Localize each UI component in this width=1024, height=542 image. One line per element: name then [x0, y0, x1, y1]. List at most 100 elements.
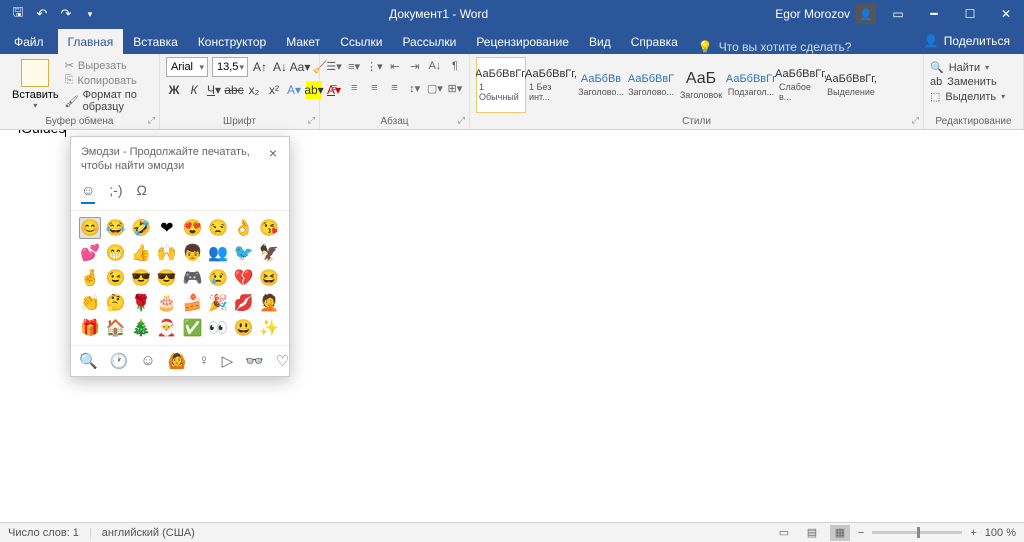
emoji-cell[interactable]: 😎 [156, 267, 178, 289]
save-icon[interactable]: 🖫 [6, 2, 30, 26]
emoji-tab-kaomoji[interactable]: ;-) [109, 182, 122, 204]
replace-button[interactable]: abЗаменить [930, 76, 1017, 88]
justify-icon[interactable]: ≡ [386, 79, 402, 97]
emoji-cell[interactable]: 😎 [130, 267, 152, 289]
show-marks-icon[interactable]: ¶ [447, 57, 463, 75]
sort-icon[interactable]: A↓ [427, 57, 443, 75]
emoji-category-icon[interactable]: ☺ [140, 352, 155, 370]
tab-review[interactable]: Рецензирование [466, 29, 579, 54]
tab-home[interactable]: Главная [58, 29, 124, 54]
emoji-cell[interactable]: 🍰 [182, 292, 204, 314]
style-item[interactable]: АаБЗаголовок [676, 57, 726, 113]
align-left-icon[interactable]: ≡ [326, 79, 342, 97]
emoji-cell[interactable]: 🎁 [79, 317, 101, 339]
minimize-icon[interactable]: ━ [916, 0, 952, 28]
tab-layout[interactable]: Макет [276, 29, 330, 54]
emoji-cell[interactable]: 😍 [182, 217, 204, 239]
avatar-icon[interactable]: 👤 [856, 4, 876, 24]
numbering-icon[interactable]: ≡▾ [346, 57, 362, 75]
share-button[interactable]: 👤 Поделиться [910, 28, 1024, 54]
emoji-cell[interactable]: 💋 [233, 292, 255, 314]
zoom-in-icon[interactable]: + [970, 527, 976, 539]
text-effects-icon[interactable]: A▾ [286, 81, 302, 99]
grow-font-icon[interactable]: A↑ [252, 58, 268, 76]
emoji-cell[interactable]: 💕 [79, 242, 101, 264]
superscript-icon[interactable]: x² [266, 81, 282, 99]
style-item[interactable]: АаБбВвГЗаголово... [626, 57, 676, 113]
shrink-font-icon[interactable]: A↓ [272, 58, 288, 76]
document-text[interactable]: iGuides [18, 130, 66, 137]
emoji-category-icon[interactable]: 🔍 [79, 352, 98, 370]
emoji-cell[interactable]: 👍 [130, 242, 152, 264]
change-case-icon[interactable]: Aa▾ [292, 58, 308, 76]
tellme-search[interactable]: 💡 Что вы хотите сделать? [698, 40, 852, 54]
emoji-cell[interactable]: 👏 [79, 292, 101, 314]
emoji-cell[interactable]: 🤞 [79, 267, 101, 289]
clipboard-launcher-icon[interactable]: ⤢ [148, 115, 155, 126]
bullets-icon[interactable]: ☰▾ [326, 57, 342, 75]
close-icon[interactable]: ✕ [988, 0, 1024, 28]
style-item[interactable]: АаБбВвГгПодзагол... [726, 57, 776, 113]
word-count[interactable]: Число слов: 1 [8, 527, 79, 539]
emoji-cell[interactable]: 😆 [258, 267, 280, 289]
emoji-cell[interactable]: 👌 [233, 217, 255, 239]
emoji-category-icon[interactable]: 🙆 [168, 352, 187, 370]
font-launcher-icon[interactable]: ⤢ [308, 115, 315, 126]
maximize-icon[interactable]: ☐ [952, 0, 988, 28]
style-item[interactable]: АаБбВвГг,Выделение [826, 57, 876, 113]
qat-customize-icon[interactable]: ▾ [78, 2, 102, 26]
styles-launcher-icon[interactable]: ⤢ [912, 115, 919, 126]
align-right-icon[interactable]: ≡ [366, 79, 382, 97]
emoji-cell[interactable]: 🌹 [130, 292, 152, 314]
user-area[interactable]: Egor Morozov 👤 [775, 4, 880, 24]
paste-button[interactable]: Вставить ▾ [6, 57, 65, 113]
emoji-cell[interactable]: 😒 [207, 217, 229, 239]
emoji-cell[interactable]: 😊 [79, 217, 101, 239]
cut-button[interactable]: ✂Вырезать [65, 59, 153, 72]
emoji-cell[interactable]: 😃 [233, 317, 255, 339]
undo-icon[interactable]: ↶ [30, 2, 54, 26]
emoji-cell[interactable]: 😂 [105, 217, 127, 239]
style-item[interactable]: АаБбВвЗаголово... [576, 57, 626, 113]
font-name-combo[interactable]: Arial [166, 57, 208, 77]
emoji-cell[interactable]: 🎮 [182, 267, 204, 289]
emoji-category-icon[interactable]: ♡ [276, 352, 289, 370]
multilevel-icon[interactable]: ⋮▾ [366, 57, 383, 75]
emoji-cell[interactable]: 🎄 [130, 317, 152, 339]
italic-icon[interactable]: К [186, 81, 202, 99]
web-layout-icon[interactable]: ▦ [830, 525, 850, 541]
tab-references[interactable]: Ссылки [330, 29, 392, 54]
select-button[interactable]: ⬚Выделить▾ [930, 90, 1017, 103]
emoji-cell[interactable]: 😁 [105, 242, 127, 264]
style-item[interactable]: АаБбВвГг,Слабое в... [776, 57, 826, 113]
line-spacing-icon[interactable]: ↕▾ [407, 79, 423, 97]
emoji-cell[interactable]: 👀 [207, 317, 229, 339]
tab-view[interactable]: Вид [579, 29, 621, 54]
tab-insert[interactable]: Вставка [123, 29, 188, 54]
emoji-cell[interactable]: 👥 [207, 242, 229, 264]
emoji-cell[interactable]: 😘 [258, 217, 280, 239]
paragraph-launcher-icon[interactable]: ⤢ [458, 115, 465, 126]
style-item[interactable]: АаБбВвГг,1 Обычный [476, 57, 526, 113]
borders-icon[interactable]: ⊞▾ [447, 79, 463, 97]
emoji-cell[interactable]: 💔 [233, 267, 255, 289]
format-painter-button[interactable]: 🖌Формат по образцу [65, 89, 153, 113]
emoji-cell[interactable]: ✨ [258, 317, 280, 339]
zoom-slider[interactable] [872, 531, 962, 534]
emoji-cell[interactable]: 🤦 [258, 292, 280, 314]
emoji-tab-symbols[interactable]: Ω [137, 182, 147, 204]
emoji-category-icon[interactable]: ♀ [198, 352, 209, 370]
tab-design[interactable]: Конструктор [188, 29, 276, 54]
underline-icon[interactable]: Ч▾ [206, 81, 222, 99]
inc-indent-icon[interactable]: ⇥ [407, 57, 423, 75]
style-item[interactable]: АаБбВвГг,1 Без инт... [526, 57, 576, 113]
bold-icon[interactable]: Ж [166, 81, 182, 99]
emoji-cell[interactable]: 🏠 [105, 317, 127, 339]
tab-help[interactable]: Справка [621, 29, 688, 54]
dec-indent-icon[interactable]: ⇤ [387, 57, 403, 75]
redo-icon[interactable]: ↷ [54, 2, 78, 26]
emoji-cell[interactable]: 😉 [105, 267, 127, 289]
emoji-cell[interactable]: 🎅 [156, 317, 178, 339]
emoji-category-icon[interactable]: 🕐 [110, 352, 129, 370]
emoji-cell[interactable]: 🐦 [233, 242, 255, 264]
